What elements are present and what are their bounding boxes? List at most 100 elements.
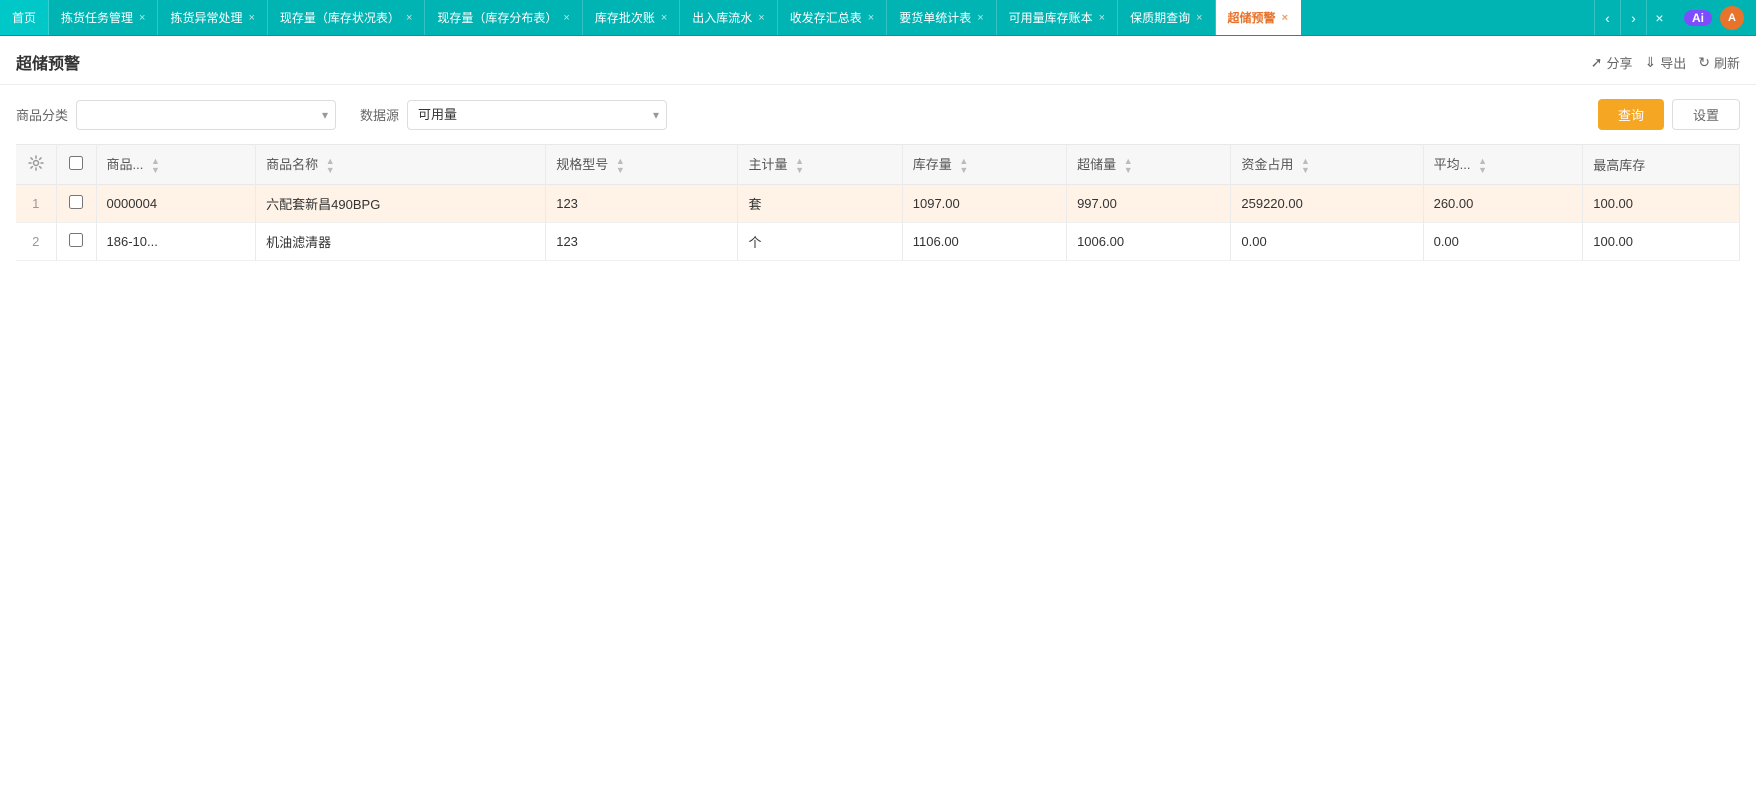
- table-row: 1 0000004 六配套新昌490BPG 123 套 1097.00 997.…: [16, 184, 1740, 222]
- col-stock-qty-header[interactable]: 库存量 ▲▼: [902, 145, 1066, 185]
- gear-icon[interactable]: [28, 155, 44, 171]
- unit-cell: 个: [738, 222, 902, 260]
- datasource-filter: 数据源 可用量 库存量 ▾: [360, 100, 667, 130]
- nav-pick-task[interactable]: 拣货任务管理 ×: [49, 0, 158, 35]
- settings-button[interactable]: 设置: [1672, 99, 1740, 130]
- nav-stock-status[interactable]: 现存量（库存状况表） ×: [268, 0, 425, 35]
- nav-overstock-alert[interactable]: 超储预警 ×: [1216, 0, 1301, 35]
- sort-arrows-overstock[interactable]: ▲▼: [1124, 157, 1133, 175]
- avg-cell: 0.00: [1423, 222, 1583, 260]
- row-checkbox-cell[interactable]: [56, 222, 96, 260]
- close-inout-flow[interactable]: ×: [758, 12, 764, 24]
- nav-inout-flow[interactable]: 出入库流水 ×: [680, 0, 777, 35]
- category-filter: 商品分类 ▾: [16, 100, 336, 130]
- category-select[interactable]: [76, 100, 336, 130]
- category-label: 商品分类: [16, 105, 68, 124]
- nav-receive-summary[interactable]: 收发存汇总表 ×: [778, 0, 887, 35]
- table-wrapper: 商品... ▲▼ 商品名称 ▲▼ 规格型号 ▲▼ 主计量 ▲▼: [0, 144, 1756, 261]
- overstock-qty-cell: 1006.00: [1067, 222, 1231, 260]
- col-product-name-header[interactable]: 商品名称 ▲▼: [256, 145, 546, 185]
- max-stock-cell: 100.00: [1583, 222, 1740, 260]
- max-stock-cell: 100.00: [1583, 184, 1740, 222]
- overstock-qty-cell: 997.00: [1067, 184, 1231, 222]
- sort-arrows-spec[interactable]: ▲▼: [616, 157, 625, 175]
- close-pick-task[interactable]: ×: [139, 12, 145, 24]
- row-checkbox[interactable]: [69, 195, 83, 209]
- close-stock-dist[interactable]: ×: [563, 12, 569, 24]
- close-pick-exception[interactable]: ×: [248, 12, 254, 24]
- close-available-book[interactable]: ×: [1099, 12, 1105, 24]
- sort-arrows-name[interactable]: ▲▼: [326, 157, 335, 175]
- page-header: 超储预警 ➚ 分享 ⇓ 导出 ↻ 刷新: [0, 36, 1756, 85]
- nav-next-button[interactable]: ›: [1620, 0, 1646, 35]
- col-overstock-qty-header[interactable]: 超储量 ▲▼: [1067, 145, 1231, 185]
- col-settings[interactable]: [16, 145, 56, 185]
- col-max-stock-header[interactable]: 最高库存: [1583, 145, 1740, 185]
- sort-arrows-capital[interactable]: ▲▼: [1301, 157, 1310, 175]
- close-stock-status[interactable]: ×: [406, 12, 412, 24]
- sort-arrows-code[interactable]: ▲▼: [151, 157, 160, 175]
- nav-expiry-query[interactable]: 保质期查询 ×: [1118, 0, 1215, 35]
- category-select-wrapper: ▾: [76, 100, 336, 130]
- close-batch-account[interactable]: ×: [661, 12, 667, 24]
- col-spec-header[interactable]: 规格型号 ▲▼: [546, 145, 738, 185]
- product-name-cell: 六配套新昌490BPG: [256, 184, 546, 222]
- select-all-checkbox[interactable]: [69, 156, 83, 170]
- table-header-row: 商品... ▲▼ 商品名称 ▲▼ 规格型号 ▲▼ 主计量 ▲▼: [16, 145, 1740, 185]
- stock-qty-cell: 1106.00: [902, 222, 1066, 260]
- datasource-select-wrapper: 可用量 库存量 ▾: [407, 100, 667, 130]
- close-receive-summary[interactable]: ×: [868, 12, 874, 24]
- table-body: 1 0000004 六配套新昌490BPG 123 套 1097.00 997.…: [16, 184, 1740, 260]
- ai-badge[interactable]: Ai: [1684, 10, 1712, 26]
- nav-close-all-button[interactable]: ×: [1646, 0, 1672, 35]
- nav-order-stats[interactable]: 要货单统计表 ×: [887, 0, 996, 35]
- col-unit-header[interactable]: 主计量 ▲▼: [738, 145, 902, 185]
- row-checkbox[interactable]: [69, 233, 83, 247]
- datasource-label: 数据源: [360, 105, 399, 124]
- nav-arrows: ‹ › × Ai A: [1594, 0, 1756, 35]
- capital-cell: 259220.00: [1231, 184, 1423, 222]
- datasource-select[interactable]: 可用量 库存量: [407, 100, 667, 130]
- page-area: 超储预警 ➚ 分享 ⇓ 导出 ↻ 刷新 商品分类 ▾: [0, 36, 1756, 800]
- share-action[interactable]: ➚ 分享: [1591, 53, 1633, 72]
- sort-arrows-avg[interactable]: ▲▼: [1478, 157, 1487, 175]
- nav-pick-exception[interactable]: 拣货异常处理 ×: [158, 0, 267, 35]
- col-avg-header[interactable]: 平均... ▲▼: [1423, 145, 1583, 185]
- filter-actions: 查询 设置: [1598, 99, 1740, 130]
- refresh-icon: ↻: [1698, 54, 1710, 71]
- main-table: 商品... ▲▼ 商品名称 ▲▼ 规格型号 ▲▼ 主计量 ▲▼: [16, 144, 1740, 261]
- nav-stock-dist[interactable]: 现存量（库存分布表） ×: [425, 0, 582, 35]
- share-icon: ➚: [1591, 54, 1603, 71]
- row-checkbox-cell[interactable]: [56, 184, 96, 222]
- nav-available-book[interactable]: 可用量库存账本 ×: [997, 0, 1118, 35]
- nav-batch-account[interactable]: 库存批次账 ×: [583, 0, 680, 35]
- close-overstock-alert[interactable]: ×: [1282, 12, 1288, 24]
- table-row: 2 186-10... 机油滤清器 123 个 1106.00 1006.00 …: [16, 222, 1740, 260]
- filter-bar: 商品分类 ▾ 数据源 可用量 库存量 ▾ 查询 设置: [0, 85, 1756, 144]
- col-checkbox-header[interactable]: [56, 145, 96, 185]
- row-number: 1: [16, 184, 56, 222]
- top-navigation: 首页 拣货任务管理 × 拣货异常处理 × 现存量（库存状况表） × 现存量（库存…: [0, 0, 1756, 36]
- close-expiry-query[interactable]: ×: [1196, 12, 1202, 24]
- row-number: 2: [16, 222, 56, 260]
- product-name-cell: 机油滤清器: [256, 222, 546, 260]
- sort-arrows-stock[interactable]: ▲▼: [959, 157, 968, 175]
- nav-prev-button[interactable]: ‹: [1594, 0, 1620, 35]
- stock-qty-cell: 1097.00: [902, 184, 1066, 222]
- export-action[interactable]: ⇓ 导出: [1645, 53, 1687, 72]
- page-title: 超储预警: [16, 50, 80, 74]
- nav-home[interactable]: 首页: [0, 0, 49, 35]
- sort-arrows-unit[interactable]: ▲▼: [795, 157, 804, 175]
- user-avatar[interactable]: A: [1720, 6, 1744, 30]
- page-actions: ➚ 分享 ⇓ 导出 ↻ 刷新: [1591, 53, 1740, 72]
- col-product-code-header[interactable]: 商品... ▲▼: [96, 145, 256, 185]
- capital-cell: 0.00: [1231, 222, 1423, 260]
- export-icon: ⇓: [1645, 54, 1657, 71]
- refresh-action[interactable]: ↻ 刷新: [1698, 53, 1740, 72]
- spec-cell: 123: [546, 222, 738, 260]
- col-capital-header[interactable]: 资金占用 ▲▼: [1231, 145, 1423, 185]
- product-code-cell: 0000004: [96, 184, 256, 222]
- unit-cell: 套: [738, 184, 902, 222]
- close-order-stats[interactable]: ×: [977, 12, 983, 24]
- query-button[interactable]: 查询: [1598, 99, 1664, 130]
